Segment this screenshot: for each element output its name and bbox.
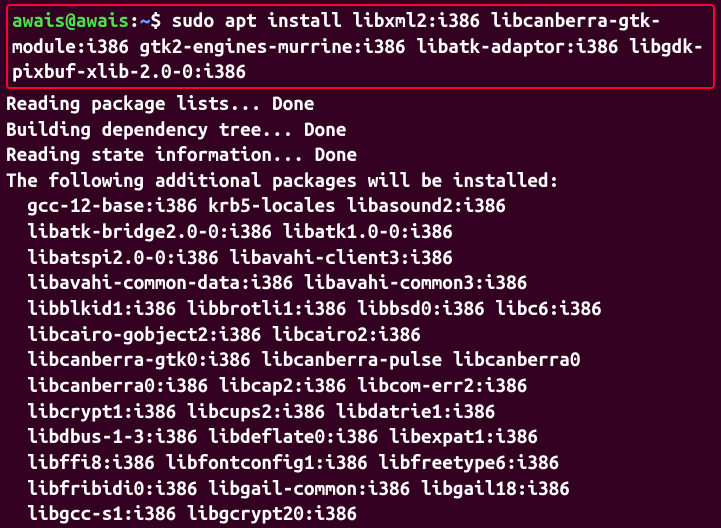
package-list-line: libgcc-s1:i386 libgcrypt20:i386 [6,501,715,527]
package-list-line: libcanberra-gtk0:i386 libcanberra-pulse … [6,347,715,373]
package-list-line: libdbus-1-3:i386 libdeflate0:i386 libexp… [6,424,715,450]
prompt-colon: : [129,9,140,31]
output-additional-packages-header: The following additional packages will b… [6,168,715,194]
prompt-user-host: awais@awais [12,9,129,31]
prompt-dollar: $ [150,9,171,31]
package-list-line: gcc-12-base:i386 krb5-locales libasound2… [6,193,715,219]
prompt-path: ~ [140,9,151,31]
package-list-line: libatk-bridge2.0-0:i386 libatk1.0-0:i386 [6,219,715,245]
output-reading-packages: Reading package lists... Done [6,91,715,117]
package-list-line: libavahi-common-data:i386 libavahi-commo… [6,270,715,296]
package-list-line: libcairo-gobject2:i386 libcairo2:i386 [6,322,715,348]
package-list-line: libfribidi0:i386 libgail-common:i386 lib… [6,476,715,502]
package-list-line: libffi8:i386 libfontconfig1:i386 libfree… [6,450,715,476]
package-list-line: libblkid1:i386 libbrotli1:i386 libbsd0:i… [6,296,715,322]
command-highlight-box: awais@awais:~$ sudo apt install libxml2:… [6,4,715,89]
output-building-tree: Building dependency tree... Done [6,117,715,143]
package-list-line: libcanberra0:i386 libcap2:i386 libcom-er… [6,373,715,399]
package-list-line: libatspi2.0-0:i386 libavahi-client3:i386 [6,245,715,271]
output-reading-state: Reading state information... Done [6,142,715,168]
package-list-line: libcrypt1:i386 libcups2:i386 libdatrie1:… [6,399,715,425]
